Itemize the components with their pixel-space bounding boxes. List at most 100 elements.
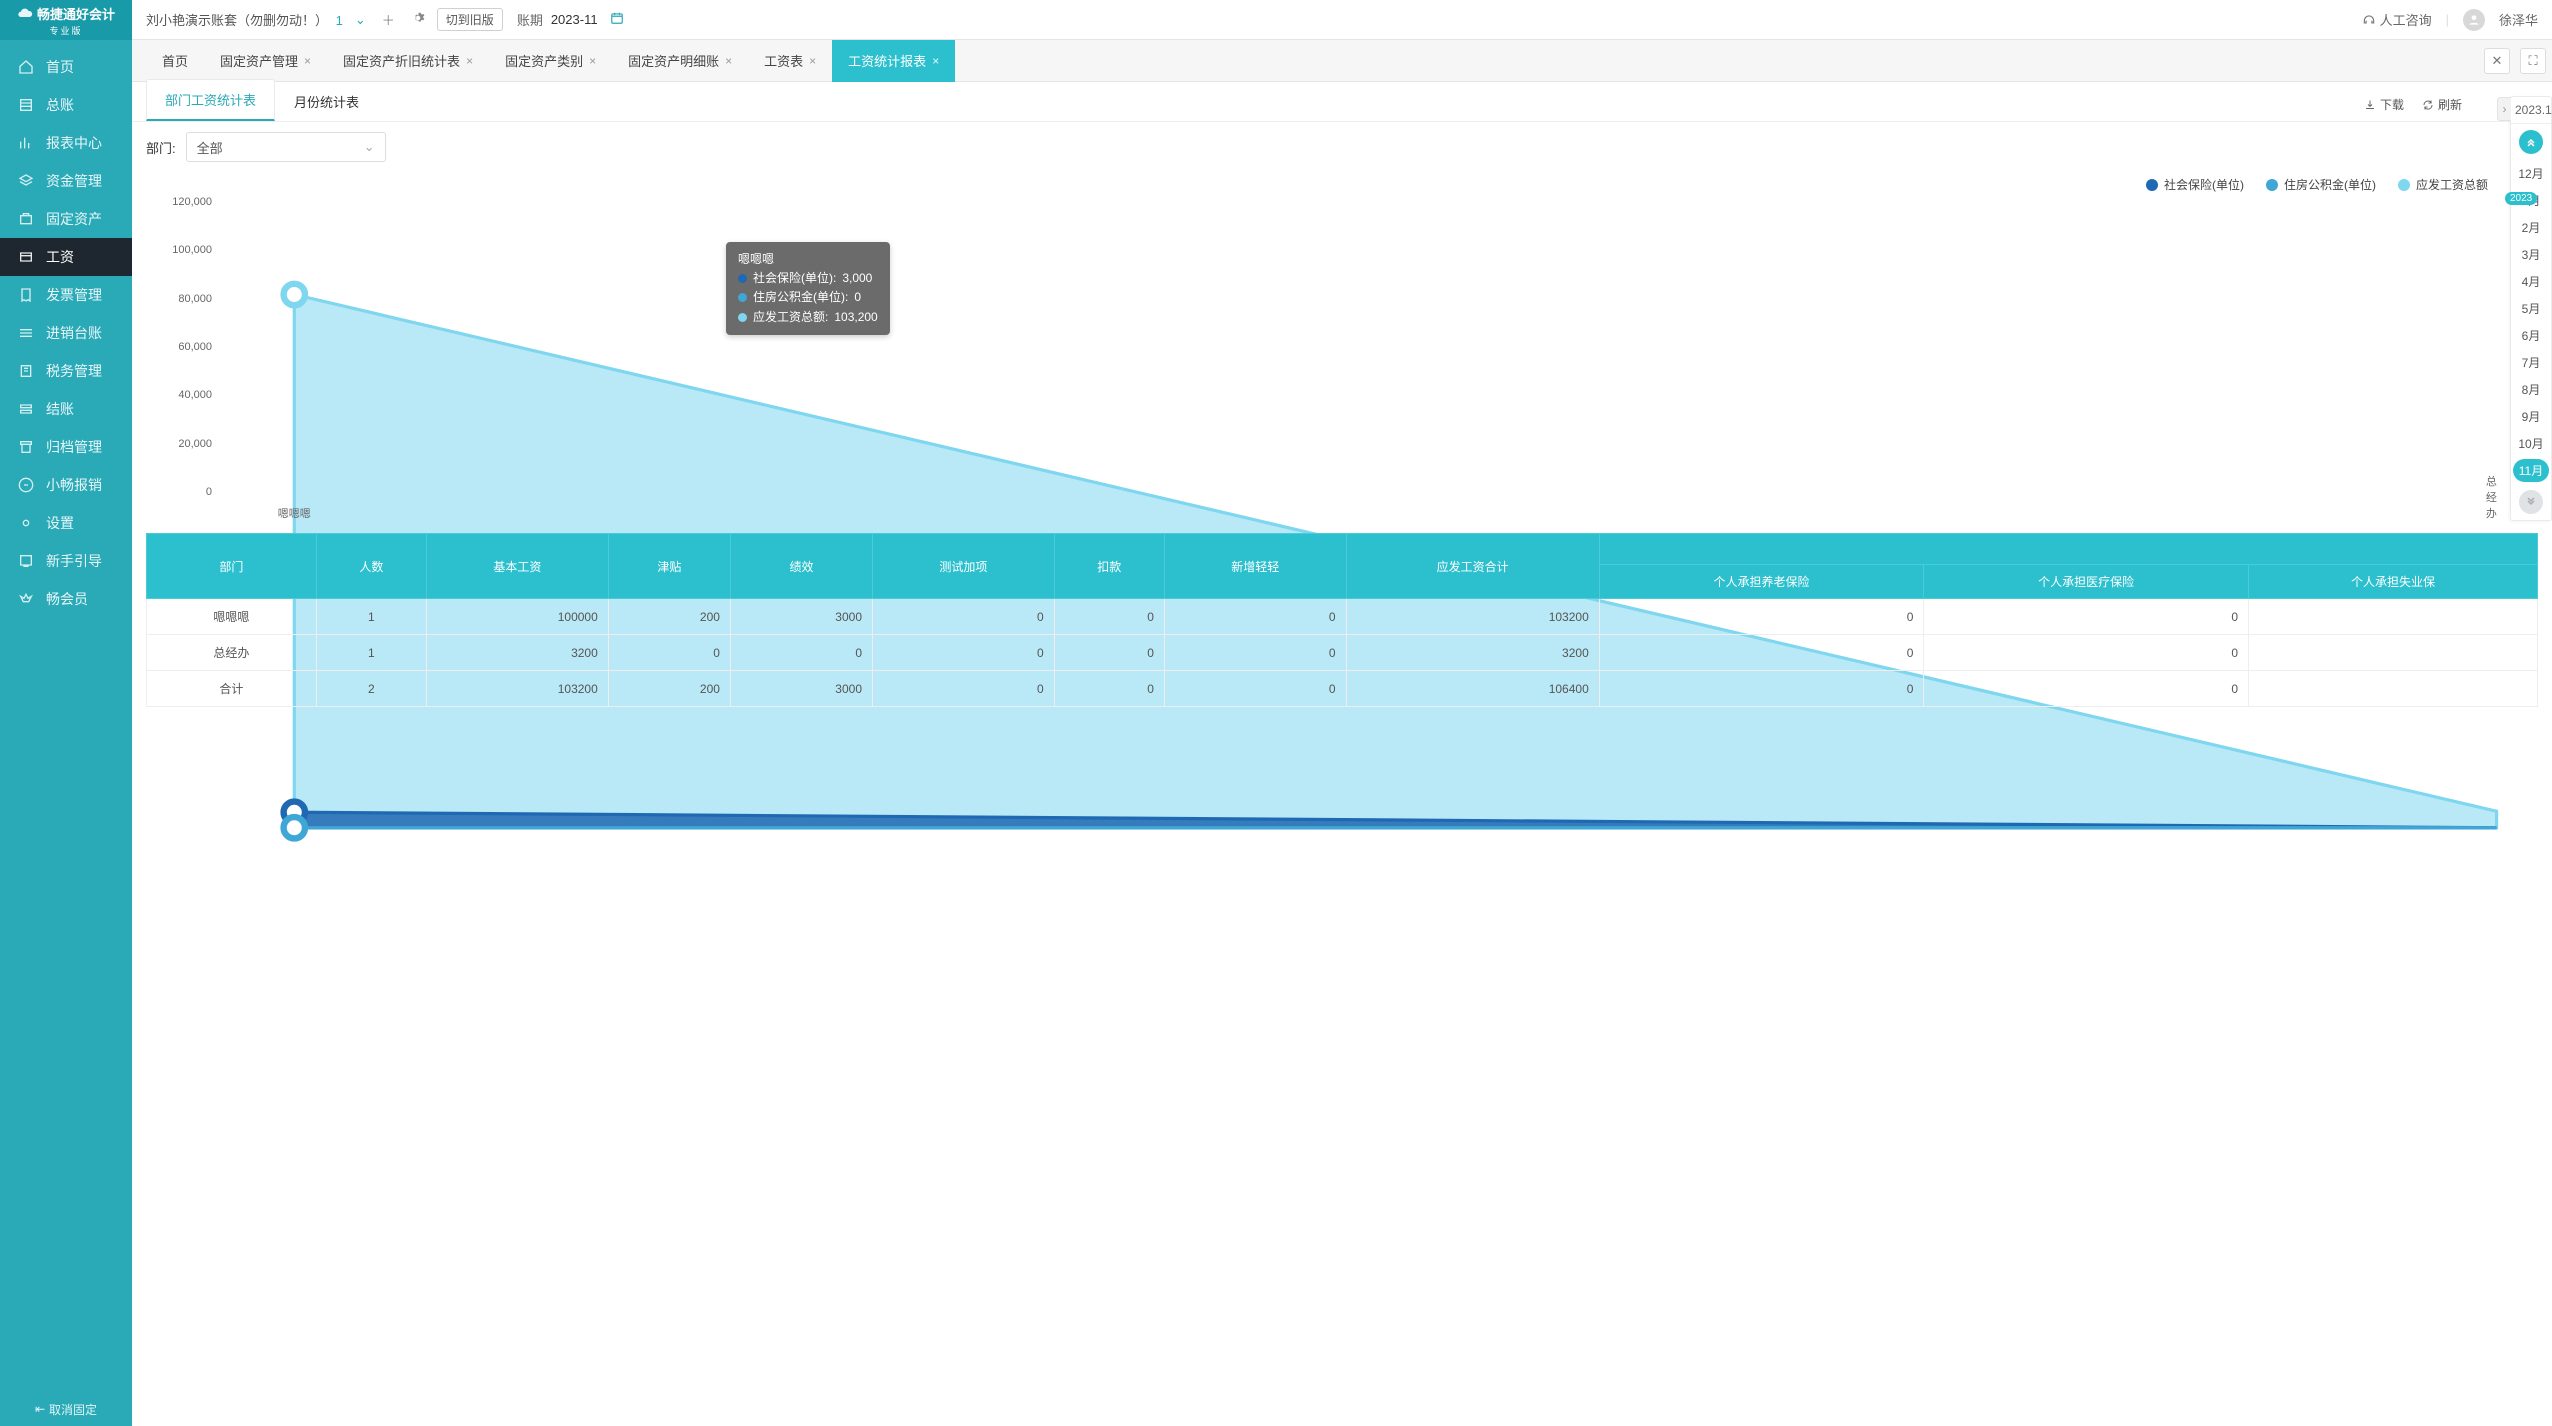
tab-工资表[interactable]: 工资表× <box>748 40 832 82</box>
switch-old-button[interactable]: 切到旧版 <box>437 8 503 31</box>
add-account-button[interactable]: ＋ <box>378 6 399 33</box>
refresh-button[interactable]: 刷新 <box>2422 96 2462 113</box>
invoice-icon <box>18 287 34 303</box>
rail-month[interactable]: 9月 <box>2511 403 2551 430</box>
sidebar-item-fund[interactable]: 资金管理 <box>0 162 132 200</box>
close-icon[interactable]: × <box>304 54 311 68</box>
cell: 0 <box>1164 599 1346 635</box>
rail-month[interactable]: 5月 <box>2511 295 2551 322</box>
col-header: 应发工资合计 <box>1346 534 1599 599</box>
sidebar-item-label: 小畅报销 <box>46 475 102 495</box>
rail-month[interactable]: 8月 <box>2511 376 2551 403</box>
table-row[interactable]: 总经办1320000000320000 <box>147 635 2538 671</box>
rail-month[interactable]: 2月 <box>2511 214 2551 241</box>
rail-month[interactable]: 10月 <box>2511 430 2551 457</box>
download-button[interactable]: 下载 <box>2364 96 2404 113</box>
rail-down-button[interactable] <box>2519 490 2543 514</box>
rail-month[interactable]: 3月 <box>2511 241 2551 268</box>
sidebar-unpin[interactable]: ⇤ 取消固定 <box>0 1392 132 1426</box>
avatar[interactable] <box>2463 9 2485 31</box>
rail-up-button[interactable] <box>2519 130 2543 154</box>
close-icon[interactable]: × <box>589 54 596 68</box>
tab-首页[interactable]: 首页 <box>146 40 204 82</box>
tab-固定资产类别[interactable]: 固定资产类别 × <box>489 40 612 82</box>
tooltip-value: 0 <box>854 288 861 307</box>
subtab-dept-stats[interactable]: 部门工资统计表 <box>146 79 275 121</box>
tab-label: 固定资产类别 <box>505 51 583 70</box>
sidebar-item-asset[interactable]: 固定资产 <box>0 200 132 238</box>
sidebar-item-guide[interactable]: 新手引导 <box>0 542 132 580</box>
cell-dept: 合计 <box>147 671 317 707</box>
user-icon <box>2467 13 2481 27</box>
col-header: 基本工资 <box>427 534 609 599</box>
tab-固定资产管理[interactable]: 固定资产管理× <box>204 40 327 82</box>
chevron-down-icon[interactable]: ⌄ <box>355 12 366 28</box>
rail-month[interactable]: 4月 <box>2511 268 2551 295</box>
legend-item[interactable]: 应发工资总额 <box>2398 176 2488 193</box>
y-axis-label: 80,000 <box>162 293 212 305</box>
rail-month[interactable]: 7月 <box>2511 349 2551 376</box>
sidebar-item-vip[interactable]: 畅会员 <box>0 580 132 618</box>
y-axis-label: 60,000 <box>162 341 212 353</box>
col-subheader: 个人承担失业保 <box>2249 565 2538 599</box>
tab-工资统计报表[interactable]: 工资统计报表× <box>832 40 955 82</box>
legend-item[interactable]: 社会保险(单位) <box>2146 176 2244 193</box>
calendar-icon[interactable] <box>610 11 624 28</box>
user-name[interactable]: 徐泽华 <box>2499 10 2538 29</box>
tax-icon <box>18 363 34 379</box>
sidebar-item-tax[interactable]: 税务管理 <box>0 352 132 390</box>
sidebar-item-invoice[interactable]: 发票管理 <box>0 276 132 314</box>
account-settings-button[interactable] <box>407 7 429 32</box>
sidebar-item-stock[interactable]: 进销台账 <box>0 314 132 352</box>
dept-select[interactable]: 全部 ⌄ <box>186 132 386 162</box>
close-icon[interactable]: × <box>725 54 732 68</box>
tab-固定资产明细账[interactable]: 固定资产明细账× <box>612 40 748 82</box>
cell: 0 <box>1924 599 2249 635</box>
unpin-icon: ⇤ <box>35 1402 45 1416</box>
account-selector[interactable]: 刘小艳演示账套（勿删勿动！） 1 <box>146 10 343 29</box>
support-link[interactable]: 人工咨询 <box>2362 10 2432 29</box>
sidebar-item-reimb[interactable]: 小畅报销 <box>0 466 132 504</box>
close-icon[interactable]: × <box>466 54 473 68</box>
sidebar-item-label: 进销台账 <box>46 323 102 343</box>
legend-item[interactable]: 住房公积金(单位) <box>2266 176 2376 193</box>
sidebar-item-archive[interactable]: 归档管理 <box>0 428 132 466</box>
table-row[interactable]: 嗯嗯嗯1100000200300000010320000 <box>147 599 2538 635</box>
sidebar-item-salary[interactable]: 工资 <box>0 238 132 276</box>
rail-current-period: 2023.11 <box>2511 97 2551 124</box>
legend-label: 应发工资总额 <box>2416 176 2488 193</box>
close-icon[interactable]: × <box>932 54 939 68</box>
chart-area: 社会保险(单位) 住房公积金(单位) 应发工资总额 020,00040,00060,… <box>132 172 2552 507</box>
rail-month[interactable]: 11月 <box>2511 457 2551 484</box>
sidebar-unpin-label: 取消固定 <box>49 1401 97 1418</box>
cell <box>2249 599 2538 635</box>
cell: 0 <box>1164 671 1346 707</box>
rail-month[interactable]: 12月 <box>2511 160 2551 187</box>
period-label: 账期 <box>517 10 543 29</box>
sidebar-item-home[interactable]: 首页 <box>0 48 132 86</box>
table-row[interactable]: 合计2103200200300000010640000 <box>147 671 2538 707</box>
sidebar-item-close[interactable]: 结账 <box>0 390 132 428</box>
subtab-month-stats[interactable]: 月份统计表 <box>275 81 378 121</box>
col-subheader: 个人承担医疗保险 <box>1924 565 2249 599</box>
rail-expand-button[interactable]: › <box>2497 97 2511 121</box>
cell <box>2249 671 2538 707</box>
sidebar-item-settings[interactable]: 设置 <box>0 504 132 542</box>
cell: 0 <box>873 635 1055 671</box>
cell: 200 <box>608 599 730 635</box>
cell: 0 <box>1599 671 1924 707</box>
chart-point <box>284 284 305 305</box>
salary-chart[interactable]: 020,00040,00060,00080,000100,000120,000 … <box>166 197 2518 507</box>
sidebar-item-report[interactable]: 报表中心 <box>0 124 132 162</box>
close-icon[interactable]: × <box>809 54 816 68</box>
period-value: 2023-11 <box>551 12 598 27</box>
settings-icon <box>18 515 34 531</box>
rail-month[interactable]: 6月 <box>2511 322 2551 349</box>
tab-固定资产折旧统计表[interactable]: 固定资产折旧统计表× <box>327 40 489 82</box>
close-all-tabs-button[interactable]: ✕ <box>2484 48 2510 74</box>
fullscreen-button[interactable]: ⛶ <box>2520 48 2546 74</box>
resize-handle-icon[interactable] <box>2531 700 2538 707</box>
salary-table-wrap[interactable]: 部门人数基本工资津贴绩效测试加项扣款新增轻轻应发工资合计 个人承担养老保险个人承… <box>146 533 2538 707</box>
sidebar-item-ledger[interactable]: 总账 <box>0 86 132 124</box>
brand-logo: 畅捷通好会计 专业版 <box>0 0 132 40</box>
